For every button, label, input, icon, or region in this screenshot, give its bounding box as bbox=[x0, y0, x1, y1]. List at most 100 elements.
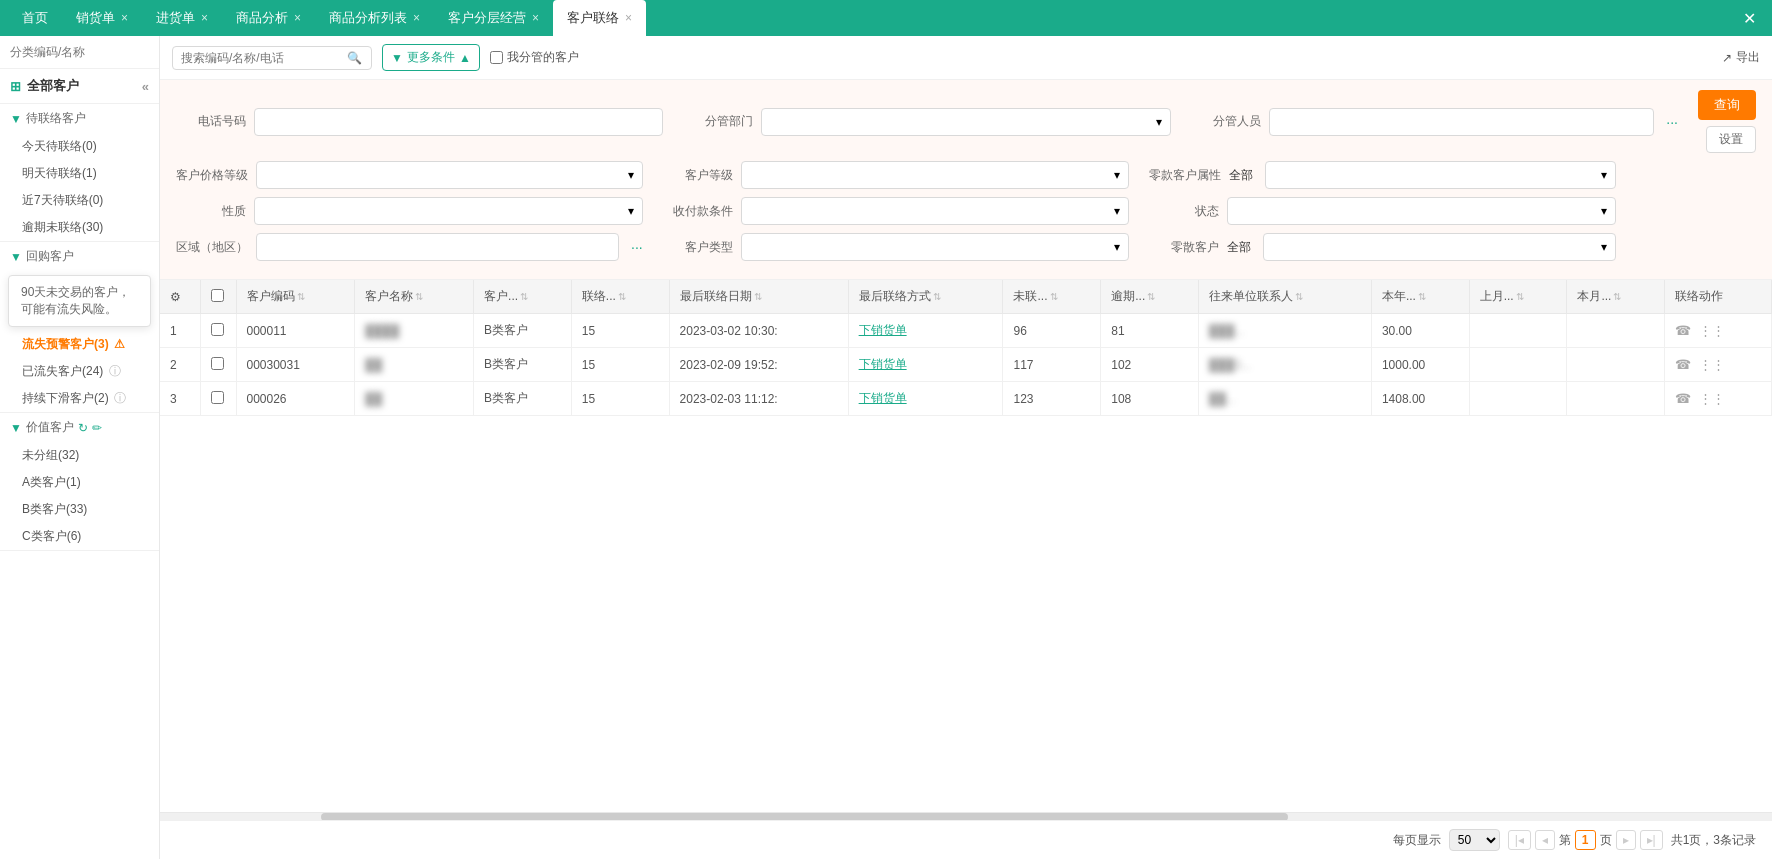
settings-gear-icon[interactable]: ⚙ bbox=[170, 290, 181, 304]
sort-icon-nc[interactable]: ⇅ bbox=[1050, 291, 1058, 302]
action-more-icon[interactable]: ⋮⋮ bbox=[1699, 391, 1725, 406]
sort-icon-lcm[interactable]: ⇅ bbox=[933, 291, 941, 302]
sort-icon-type[interactable]: ⇅ bbox=[520, 291, 528, 302]
close-tab-product-analysis-list[interactable]: × bbox=[413, 11, 420, 25]
query-button[interactable]: 查询 bbox=[1698, 90, 1756, 120]
contact-method-link[interactable]: 下销货单 bbox=[859, 323, 907, 337]
retail-customer-select[interactable]: ▾ bbox=[1263, 233, 1616, 261]
sort-icon-uc[interactable]: ⇅ bbox=[1295, 291, 1303, 302]
dept-select[interactable]: ▾ bbox=[761, 108, 1170, 136]
sidebar-item-overdue-not-contacted[interactable]: 逾期未联络(30) bbox=[0, 214, 159, 241]
price-level-select[interactable]: ▾ bbox=[256, 161, 643, 189]
edit-icon[interactable]: ✏ bbox=[92, 421, 102, 435]
sidebar-item-class-a[interactable]: A类客户(1) bbox=[0, 469, 159, 496]
action-contact-icon[interactable]: ☎ bbox=[1675, 357, 1691, 372]
sort-icon-od[interactable]: ⇅ bbox=[1147, 291, 1155, 302]
sidebar-group-value-label[interactable]: ▼ 价值客户 ↻ ✏ bbox=[0, 413, 159, 442]
sidebar-search-input[interactable] bbox=[10, 45, 160, 59]
contact-method-link[interactable]: 下销货单 bbox=[859, 357, 907, 371]
action-contact-icon[interactable]: ☎ bbox=[1675, 391, 1691, 406]
sort-icon-contacts[interactable]: ⇅ bbox=[618, 291, 626, 302]
retail-attr-select[interactable]: ▾ bbox=[1265, 161, 1616, 189]
close-tab-sales-order[interactable]: × bbox=[121, 11, 128, 25]
row-select-checkbox[interactable] bbox=[211, 391, 224, 404]
manager-select[interactable] bbox=[1269, 108, 1655, 136]
sidebar-all-customers-header[interactable]: ⊞ 全部客户 « bbox=[0, 69, 159, 104]
status-select[interactable]: ▾ bbox=[1227, 197, 1616, 225]
close-tab-customer-contact[interactable]: × bbox=[625, 11, 632, 25]
sidebar-item-churn-warning[interactable]: 流失预警客户(3) ⚠ bbox=[0, 331, 159, 358]
horizontal-scrollbar[interactable] bbox=[160, 812, 1772, 820]
close-tab-customer-tier[interactable]: × bbox=[532, 11, 539, 25]
close-tab-purchase-order[interactable]: × bbox=[201, 11, 208, 25]
search-icon[interactable]: 🔍 bbox=[347, 51, 362, 65]
first-page-button[interactable]: |◂ bbox=[1508, 830, 1531, 850]
refresh-icon[interactable]: ↻ bbox=[78, 421, 88, 435]
row-last-contact-method[interactable]: 下销货单 bbox=[848, 314, 1003, 348]
action-contact-icon[interactable]: ☎ bbox=[1675, 323, 1691, 338]
sort-icon-name[interactable]: ⇅ bbox=[415, 291, 423, 302]
action-more-icon[interactable]: ⋮⋮ bbox=[1699, 323, 1725, 338]
th-settings[interactable]: ⚙ bbox=[160, 280, 200, 314]
sidebar-item-ungrouped[interactable]: 未分组(32) bbox=[0, 442, 159, 469]
sidebar-item-class-b[interactable]: B类客户(33) bbox=[0, 496, 159, 523]
payment-select[interactable]: ▾ bbox=[741, 197, 1130, 225]
nature-select[interactable]: ▾ bbox=[254, 197, 643, 225]
row-last-contact-method[interactable]: 下销货单 bbox=[848, 348, 1003, 382]
prev-page-button[interactable]: ◂ bbox=[1535, 830, 1555, 850]
per-page-select[interactable]: 50 100 bbox=[1449, 829, 1500, 851]
grid-icon: ⊞ bbox=[10, 79, 21, 94]
close-tab-product-analysis[interactable]: × bbox=[294, 11, 301, 25]
sort-icon-tm[interactable]: ⇅ bbox=[1613, 291, 1621, 302]
tab-product-analysis[interactable]: 商品分析 × bbox=[222, 0, 315, 36]
sort-icon-code[interactable]: ⇅ bbox=[297, 291, 305, 302]
sort-icon-lm[interactable]: ⇅ bbox=[1516, 291, 1524, 302]
sort-icon-ty[interactable]: ⇅ bbox=[1418, 291, 1426, 302]
row-checkbox[interactable] bbox=[200, 382, 236, 416]
phone-input[interactable] bbox=[254, 108, 663, 136]
row-select-checkbox[interactable] bbox=[211, 357, 224, 370]
search-input[interactable] bbox=[181, 51, 341, 65]
sidebar-item-7day-pending[interactable]: 近7天待联络(0) bbox=[0, 187, 159, 214]
export-button[interactable]: ↗ 导出 bbox=[1722, 49, 1760, 66]
row-select-checkbox[interactable] bbox=[211, 323, 224, 336]
row-checkbox[interactable] bbox=[200, 348, 236, 382]
window-close-button[interactable]: ✕ bbox=[1735, 9, 1764, 28]
last-page-button[interactable]: ▸| bbox=[1640, 830, 1663, 850]
manager-dots[interactable]: ··· bbox=[1666, 114, 1678, 130]
sidebar-item-already-churned[interactable]: 已流失客户(24) ⓘ bbox=[0, 358, 159, 385]
customer-level-select[interactable]: ▾ bbox=[741, 161, 1130, 189]
tab-customer-tier[interactable]: 客户分层经营 × bbox=[434, 0, 553, 36]
my-customers-checkbox[interactable] bbox=[490, 51, 503, 64]
sidebar-item-today-pending[interactable]: 今天待联络(0) bbox=[0, 133, 159, 160]
advanced-filter-panel: 电话号码 分管部门 ▾ 分管人员 ··· bbox=[160, 80, 1772, 280]
row-checkbox[interactable] bbox=[200, 314, 236, 348]
sidebar-collapse-icon[interactable]: « bbox=[142, 79, 149, 94]
row-last-contact-method[interactable]: 下销货单 bbox=[848, 382, 1003, 416]
adv-filter-payment: 收付款条件 ▾ bbox=[663, 197, 1130, 225]
region-dots[interactable]: ··· bbox=[631, 239, 643, 255]
more-conditions-button[interactable]: ▼ 更多条件 ▲ bbox=[382, 44, 480, 71]
sidebar-item-declining[interactable]: 持续下滑客户(2) ⓘ bbox=[0, 385, 159, 412]
search-box[interactable]: 🔍 bbox=[172, 46, 372, 70]
contact-method-link[interactable]: 下销货单 bbox=[859, 391, 907, 405]
dept-label: 分管部门 bbox=[683, 113, 753, 130]
sidebar-group-pending-label[interactable]: ▼ 待联络客户 bbox=[0, 104, 159, 133]
settings-button[interactable]: 设置 bbox=[1706, 126, 1756, 153]
select-all-checkbox[interactable] bbox=[211, 289, 224, 302]
my-customers-checkbox-label[interactable]: 我分管的客户 bbox=[490, 49, 579, 66]
tab-home[interactable]: 首页 bbox=[8, 0, 62, 36]
sidebar-item-tomorrow-pending[interactable]: 明天待联络(1) bbox=[0, 160, 159, 187]
sort-icon-lcd[interactable]: ⇅ bbox=[754, 291, 762, 302]
region-select[interactable] bbox=[256, 233, 619, 261]
next-page-button[interactable]: ▸ bbox=[1616, 830, 1636, 850]
tab-product-analysis-list[interactable]: 商品分析列表 × bbox=[315, 0, 434, 36]
tab-purchase-order[interactable]: 进货单 × bbox=[142, 0, 222, 36]
tab-sales-order[interactable]: 销货单 × bbox=[62, 0, 142, 36]
customer-type-select[interactable]: ▾ bbox=[741, 233, 1130, 261]
tab-customer-contact[interactable]: 客户联络 × bbox=[553, 0, 646, 36]
action-more-icon[interactable]: ⋮⋮ bbox=[1699, 357, 1725, 372]
row-last-month bbox=[1469, 314, 1567, 348]
sidebar-group-repurchase-label[interactable]: ▼ 回购客户 bbox=[0, 242, 159, 271]
sidebar-item-class-c[interactable]: C类客户(6) bbox=[0, 523, 159, 550]
